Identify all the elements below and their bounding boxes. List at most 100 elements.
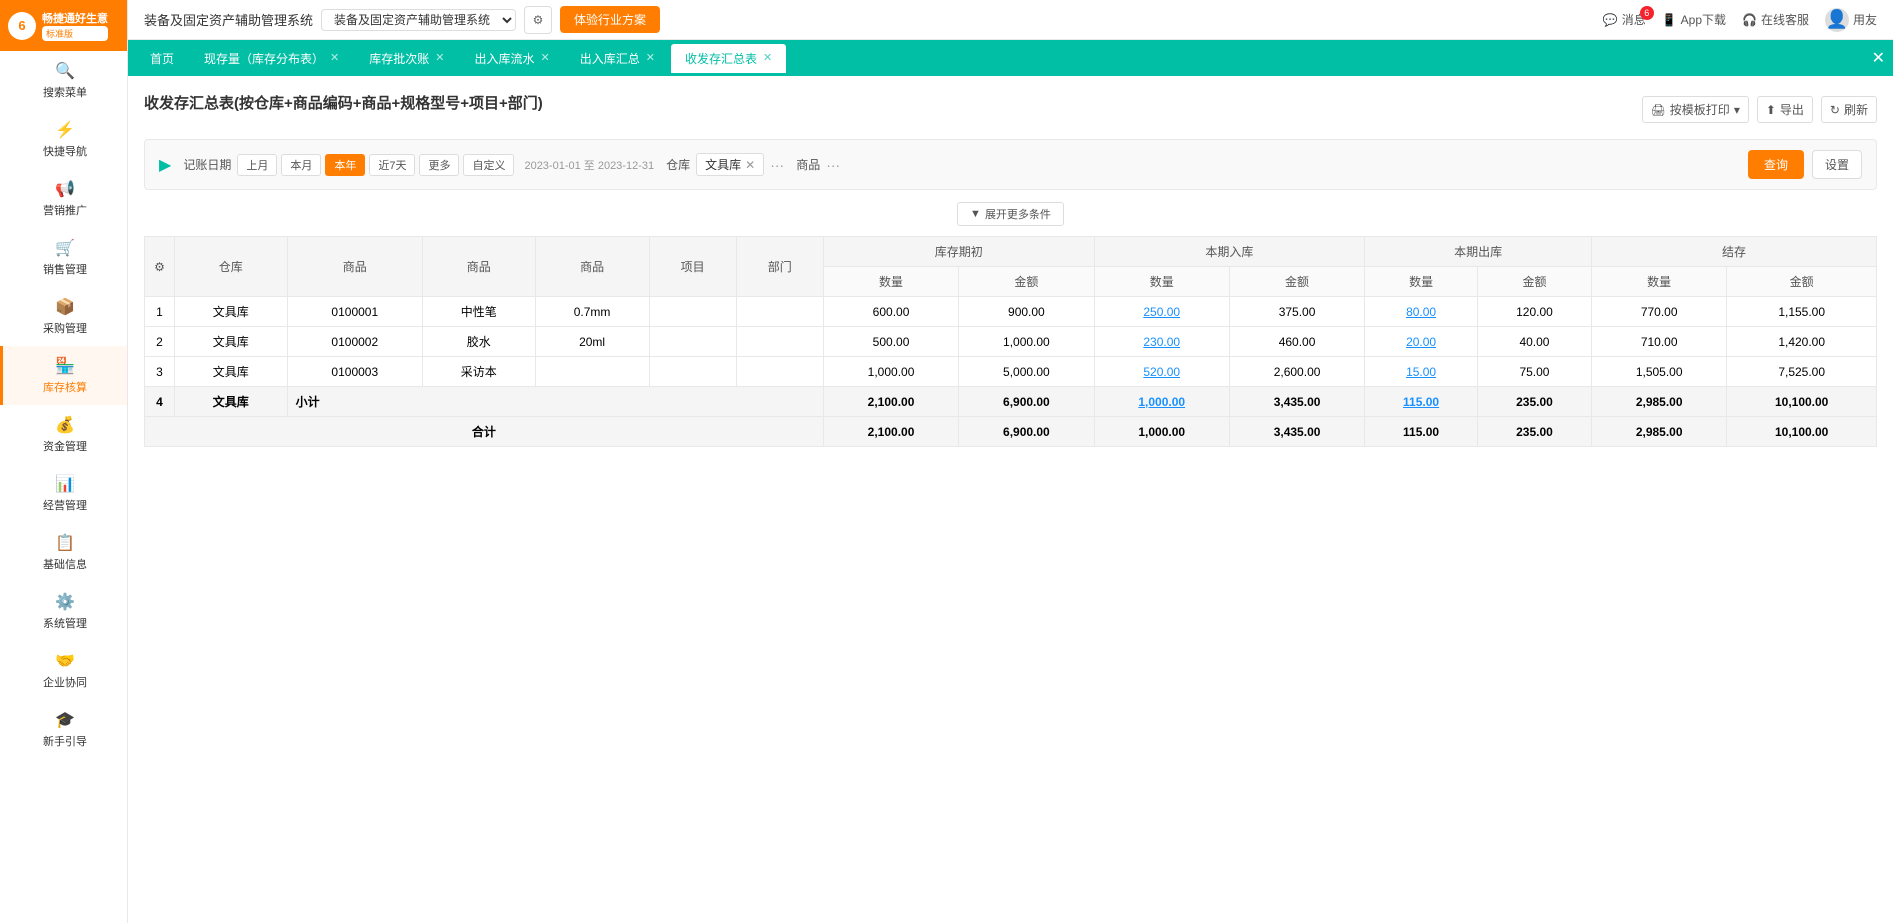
- total-in-amt: 3,435.00: [1229, 417, 1364, 447]
- app-download-button[interactable]: 📱 App下载: [1662, 11, 1726, 28]
- system-title: 装备及固定资产辅助管理系统: [144, 10, 313, 29]
- total-in-qty: 1,000.00: [1094, 417, 1229, 447]
- filter-collapse-button[interactable]: ▶: [159, 155, 171, 175]
- filter-settings-button[interactable]: 设置: [1812, 150, 1862, 179]
- row-out-amt: 75.00: [1477, 357, 1591, 387]
- row-out-qty[interactable]: 20.00: [1365, 327, 1478, 357]
- sidebar-item-basic[interactable]: 📋 基础信息: [0, 523, 127, 582]
- sidebar-item-purchase[interactable]: 📦 采购管理: [0, 287, 127, 346]
- row-dept: [736, 357, 823, 387]
- tab-flow[interactable]: 出入库流水 ✕: [460, 44, 563, 73]
- online-service-button[interactable]: 🎧 在线客服: [1742, 11, 1809, 28]
- export-icon: ⬆: [1766, 103, 1776, 117]
- row-project: [649, 327, 736, 357]
- tab-label-home: 首页: [150, 50, 174, 67]
- date-btn-上月[interactable]: 上月: [237, 154, 277, 176]
- row-in-qty[interactable]: 520.00: [1094, 357, 1229, 387]
- row-open-qty: 1,000.00: [823, 357, 958, 387]
- data-table: ⚙ 仓库 商品 商品 商品 项目 部门 库存期初 本期入库 本期出库 结存 数量…: [144, 236, 1877, 447]
- sidebar-item-quick[interactable]: ⚡ 快捷导航: [0, 110, 127, 169]
- warehouse-tag-close[interactable]: ✕: [745, 158, 755, 172]
- tab-label-flow: 出入库流水: [474, 50, 534, 67]
- tab-close-batch-ledger[interactable]: ✕: [435, 53, 444, 64]
- total-out-qty: 115.00: [1365, 417, 1478, 447]
- row-goods-code: 0100003: [287, 357, 422, 387]
- row-in-qty[interactable]: 230.00: [1094, 327, 1229, 357]
- message-button[interactable]: 💬 消息 6: [1603, 11, 1646, 28]
- row-in-qty[interactable]: 250.00: [1094, 297, 1229, 327]
- sales-icon: 🛒: [55, 238, 75, 258]
- sidebar-item-enterprise[interactable]: 🤝 企业协同: [0, 641, 127, 700]
- date-btn-本年[interactable]: 本年: [325, 154, 365, 176]
- logo-area: 6 畅捷通好生意 标准版: [0, 0, 127, 51]
- export-button[interactable]: ⬆ 导出: [1757, 96, 1813, 123]
- trial-button[interactable]: 体验行业方案: [560, 6, 660, 33]
- row-open-amt: 5,000.00: [959, 357, 1094, 387]
- row-goods-code: 0100002: [287, 327, 422, 357]
- sidebar-item-marketing[interactable]: 📢 营销推广: [0, 169, 127, 228]
- row-num: 3: [145, 357, 175, 387]
- tab-close-summary[interactable]: ✕: [646, 53, 655, 64]
- close-all-tabs-button[interactable]: ✕: [1872, 48, 1885, 68]
- refresh-button[interactable]: ↻ 刷新: [1821, 96, 1877, 123]
- export-label: 导出: [1780, 101, 1804, 118]
- sidebar-item-inventory[interactable]: 🏪 库存核算: [0, 346, 127, 405]
- tab-home[interactable]: 首页: [136, 44, 188, 73]
- date-btn-本月[interactable]: 本月: [281, 154, 321, 176]
- sidebar-item-sales[interactable]: 🛒 销售管理: [0, 228, 127, 287]
- sidebar-label-marketing: 营销推广: [43, 202, 87, 218]
- warehouse-tag[interactable]: 文具库 ✕: [696, 153, 764, 176]
- basic-icon: 📋: [55, 533, 75, 553]
- subtotal-out-qty: 115.00: [1365, 387, 1478, 417]
- sidebar-label-newbie: 新手引导: [43, 733, 87, 749]
- expand-conditions-button[interactable]: ▼ 展开更多条件: [957, 202, 1064, 226]
- tab-summary[interactable]: 出入库汇总✕: [566, 44, 669, 73]
- row-goods-name: 采访本: [422, 357, 535, 387]
- row-num: 2: [145, 327, 175, 357]
- tab-close-flow[interactable]: ✕: [541, 53, 550, 64]
- col-open-amt: 金额: [959, 267, 1094, 297]
- goods-filter-group: 商品 ···: [796, 156, 840, 173]
- tab-close-recv-send[interactable]: ✕: [763, 53, 772, 64]
- sidebar-label-finance: 资金管理: [43, 438, 87, 454]
- row-project: [649, 297, 736, 327]
- tab-batch-ledger[interactable]: 库存批次账✕: [355, 44, 458, 73]
- col-goods-name: 商品: [422, 237, 535, 297]
- system-select[interactable]: 装备及固定资产辅助管理系统: [321, 9, 516, 31]
- tab-recv-send[interactable]: 收发存汇总表✕: [671, 44, 786, 73]
- date-btn-自定义[interactable]: 自定义: [463, 154, 514, 176]
- row-close-qty: 1,505.00: [1592, 357, 1727, 387]
- settings-button[interactable]: ⚙: [524, 6, 552, 34]
- date-btn-近7天[interactable]: 近7天: [369, 154, 415, 176]
- print-template-button[interactable]: 🖨 按模板打印 ▾: [1642, 96, 1749, 123]
- marketing-icon: 📢: [55, 179, 75, 199]
- col-open-qty: 数量: [823, 267, 958, 297]
- goods-more-button[interactable]: ···: [826, 157, 840, 173]
- table-row: 3 文具库 0100003 采访本 1,000.00 5,000.00 520.…: [145, 357, 1877, 387]
- row-out-qty[interactable]: 15.00: [1365, 357, 1478, 387]
- date-btn-更多[interactable]: 更多: [419, 154, 459, 176]
- warehouse-label: 仓库: [666, 156, 690, 173]
- main-area: 装备及固定资产辅助管理系统 装备及固定资产辅助管理系统 ⚙ 体验行业方案 💬 消…: [128, 0, 1893, 923]
- row-out-qty[interactable]: 80.00: [1365, 297, 1478, 327]
- message-badge: 6: [1640, 6, 1654, 20]
- finance-icon: 💰: [55, 415, 75, 435]
- sidebar-item-finance[interactable]: 💰 资金管理: [0, 405, 127, 464]
- col-dept: 部门: [736, 237, 823, 297]
- online-service-label: 在线客服: [1761, 11, 1809, 28]
- sidebar-item-newbie[interactable]: 🎓 新手引导: [0, 700, 127, 759]
- sidebar-item-search[interactable]: 🔍 搜索菜单: [0, 51, 127, 110]
- tab-close-inventory-dist[interactable]: ✕: [330, 53, 339, 64]
- tab-inventory-dist[interactable]: 现存量（库存分布表）✕: [190, 44, 353, 73]
- warehouse-more-button[interactable]: ···: [770, 157, 784, 173]
- avatar: 👤: [1825, 8, 1849, 32]
- row-project: [649, 357, 736, 387]
- purchase-icon: 📦: [55, 297, 75, 317]
- sidebar-item-system[interactable]: ⚙️ 系统管理: [0, 582, 127, 641]
- user-menu[interactable]: 👤 用友: [1825, 8, 1877, 32]
- table-row: 1 文具库 0100001 中性笔 0.7mm 600.00 900.00 25…: [145, 297, 1877, 327]
- table-settings-icon[interactable]: ⚙: [145, 237, 175, 297]
- sidebar-item-operation[interactable]: 📊 经营管理: [0, 464, 127, 523]
- query-button[interactable]: 查询: [1748, 150, 1804, 179]
- total-row: 合计 2,100.00 6,900.00 1,000.00 3,435.00 1…: [145, 417, 1877, 447]
